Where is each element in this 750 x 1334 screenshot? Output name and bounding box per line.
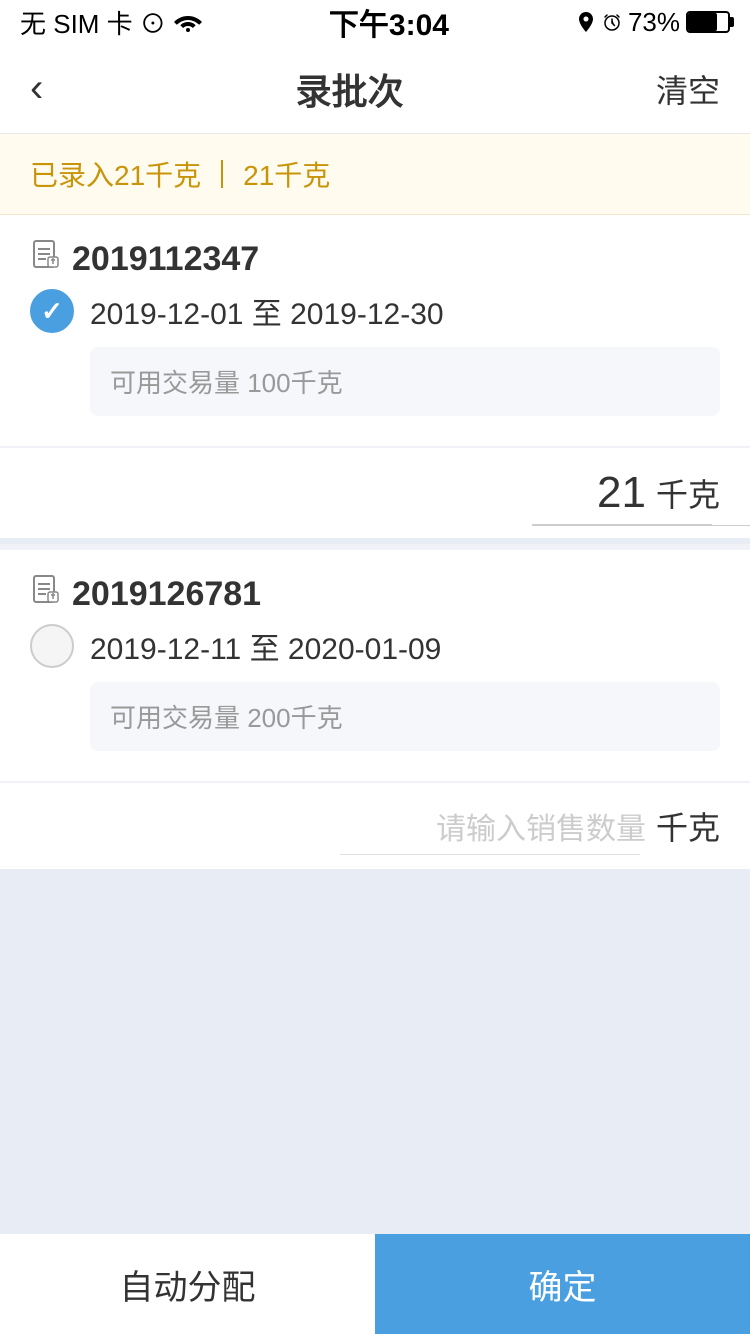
available-text-2: 可用交易量 200千克 bbox=[110, 703, 343, 733]
batch-id-2: 2019126781 bbox=[72, 575, 261, 614]
empty-area bbox=[0, 875, 750, 1255]
clear-button[interactable]: 清空 bbox=[656, 66, 720, 112]
radio-2[interactable] bbox=[30, 624, 74, 668]
status-left: 无 SIM 卡 ⊙ bbox=[20, 4, 202, 41]
recorded-label: 已录入21千克 bbox=[30, 154, 201, 194]
amount-unit-1: 千克 bbox=[656, 470, 720, 516]
batch-header-2: 2019126781 bbox=[30, 574, 720, 614]
batch-date-row-1: 2019-12-01 至 2019-12-30 bbox=[30, 289, 720, 333]
doc-icon-2 bbox=[30, 574, 62, 614]
batch-id-1: 2019112347 bbox=[72, 240, 259, 279]
battery-icon bbox=[686, 11, 730, 33]
status-time: 下午3:04 bbox=[329, 0, 449, 44]
available-text-1: 可用交易量 100千克 bbox=[110, 368, 343, 398]
amount-display[interactable]: 21 bbox=[597, 468, 646, 518]
batch-item-1: 2019112347 2019-12-01 至 2019-12-30 可用交易量… bbox=[0, 215, 750, 446]
status-bar: 无 SIM 卡 ⊙ 下午3:04 73% bbox=[0, 0, 750, 44]
batch-available-1: 可用交易量 100千克 bbox=[90, 347, 720, 416]
battery-text: 73% bbox=[628, 7, 680, 38]
content-area: 2019112347 2019-12-01 至 2019-12-30 可用交易量… bbox=[0, 215, 750, 1255]
summary-bar: 已录入21千克 21千克 bbox=[0, 134, 750, 215]
auto-distribute-button[interactable]: 自动分配 bbox=[0, 1234, 375, 1334]
summary-divider bbox=[221, 160, 223, 188]
radio-1[interactable] bbox=[30, 289, 74, 333]
summary-value: 21千克 bbox=[243, 154, 330, 194]
amount-value-1: 21 bbox=[597, 468, 646, 518]
location-icon bbox=[576, 12, 596, 32]
batch-date-1: 2019-12-01 至 2019-12-30 bbox=[90, 289, 444, 333]
alarm-icon bbox=[602, 12, 622, 32]
amount-row-1: 21 千克 bbox=[0, 448, 750, 544]
confirm-button[interactable]: 确定 bbox=[375, 1234, 750, 1334]
status-right: 73% bbox=[576, 7, 730, 38]
batch-header-1: 2019112347 bbox=[30, 239, 720, 279]
input-row-2: 请输入销售数量 千克 bbox=[0, 783, 750, 875]
input-placeholder-2: 请输入销售数量 bbox=[436, 804, 646, 848]
input-unit-2: 千克 bbox=[656, 803, 720, 849]
sim-text: 无 SIM 卡 ⊙ bbox=[20, 4, 166, 41]
batch-available-2: 可用交易量 200千克 bbox=[90, 682, 720, 751]
page-title: 录批次 bbox=[296, 63, 404, 115]
input-underline-2 bbox=[340, 854, 640, 855]
bottom-bar: 自动分配 确定 bbox=[0, 1234, 750, 1334]
back-button[interactable]: ‹ bbox=[30, 66, 43, 111]
nav-bar: ‹ 录批次 清空 bbox=[0, 44, 750, 134]
batch-date-2: 2019-12-11 至 2020-01-09 bbox=[90, 624, 441, 668]
batch-date-row-2: 2019-12-11 至 2020-01-09 bbox=[30, 624, 720, 668]
doc-icon-1 bbox=[30, 239, 62, 279]
wifi-icon bbox=[174, 12, 202, 32]
batch-item-2: 2019126781 2019-12-11 至 2020-01-09 可用交易量… bbox=[0, 550, 750, 781]
